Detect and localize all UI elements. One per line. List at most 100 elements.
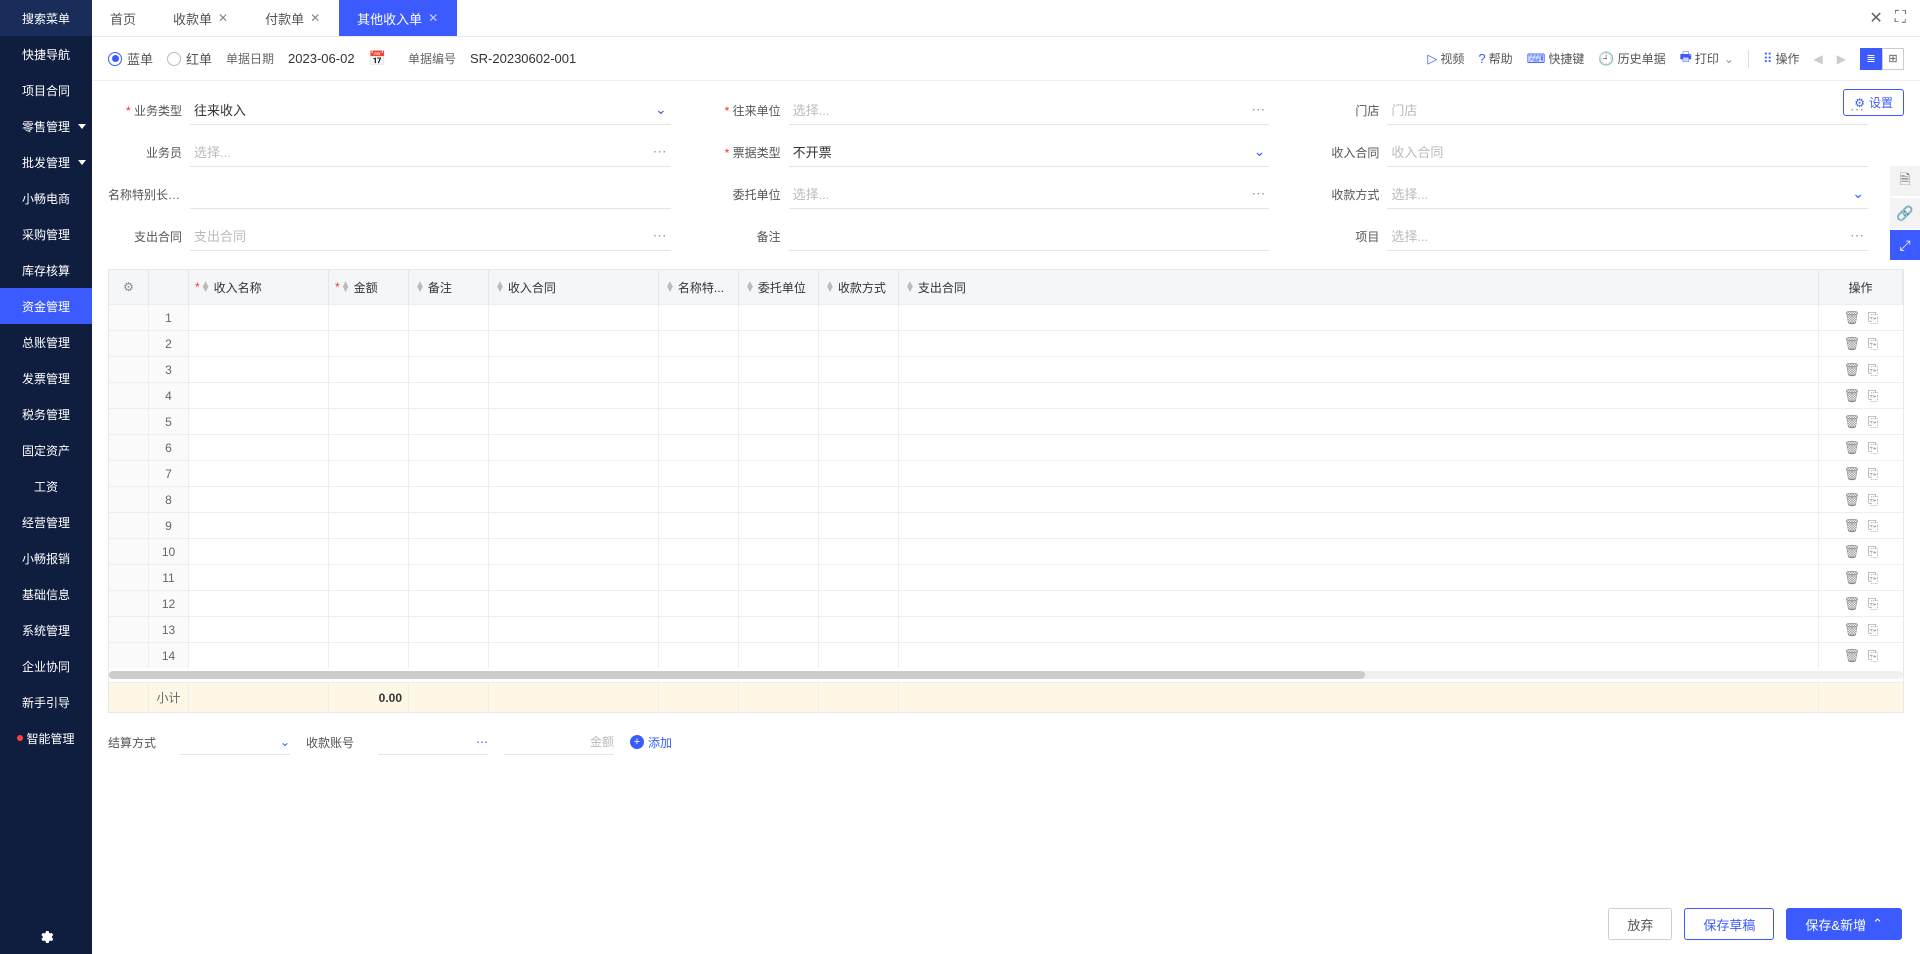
sidebar-item-9[interactable]: 总账管理: [0, 324, 92, 360]
discard-button[interactable]: 放弃: [1608, 908, 1672, 940]
tab-1[interactable]: 收款单✕: [155, 0, 247, 36]
sidebar-item-15[interactable]: 小畅报销: [0, 540, 92, 576]
delete-row-icon[interactable]: 🗑: [1844, 362, 1861, 378]
shop-select[interactable]: 门店⋯: [1387, 95, 1868, 125]
sidebar-item-3[interactable]: 零售管理: [0, 108, 92, 144]
sidebar-item-5[interactable]: 小畅电商: [0, 180, 92, 216]
copy-row-icon[interactable]: ⎘: [1868, 414, 1878, 430]
delete-row-icon[interactable]: 🗑: [1844, 466, 1861, 482]
table-row[interactable]: 1🗑⎘: [109, 304, 1903, 330]
tab-3[interactable]: 其他收入单✕: [339, 0, 457, 36]
table-gear-header[interactable]: ⚙: [109, 270, 149, 304]
table-row[interactable]: 9🗑⎘: [109, 512, 1903, 538]
shortcut-action[interactable]: ⌨快捷键: [1527, 50, 1585, 67]
table-row[interactable]: 8🗑⎘: [109, 486, 1903, 512]
sidebar-item-4[interactable]: 批发管理: [0, 144, 92, 180]
delete-row-icon[interactable]: 🗑: [1844, 414, 1861, 430]
table-row[interactable]: 11🗑⎘: [109, 564, 1903, 590]
display-card-toggle[interactable]: ⊞: [1882, 48, 1904, 70]
tab-2[interactable]: 付款单✕: [247, 0, 339, 36]
fullscreen-icon[interactable]: ⛶: [1895, 9, 1906, 27]
sidebar-item-19[interactable]: 新手引导: [0, 684, 92, 720]
col-expense-contract[interactable]: ▲▼支出合同: [899, 270, 1819, 304]
delete-row-icon[interactable]: 🗑: [1844, 388, 1861, 404]
sidebar-item-14[interactable]: 经营管理: [0, 504, 92, 540]
table-row[interactable]: 6🗑⎘: [109, 434, 1903, 460]
sidebar-item-17[interactable]: 系统管理: [0, 612, 92, 648]
bill-date-value[interactable]: 2023-06-02: [288, 51, 355, 66]
sidebar-settings-icon[interactable]: [0, 920, 92, 954]
table-row[interactable]: 5🗑⎘: [109, 408, 1903, 434]
copy-row-icon[interactable]: ⎘: [1868, 466, 1878, 482]
save-and-new-button[interactable]: 保存&新增⌃: [1786, 908, 1902, 940]
sidebar-item-0[interactable]: 搜索菜单: [0, 0, 92, 36]
sidebar-item-6[interactable]: 采购管理: [0, 216, 92, 252]
prev-doc-icon[interactable]: ◀: [1814, 52, 1823, 66]
sidebar-item-8[interactable]: 资金管理: [0, 288, 92, 324]
copy-row-icon[interactable]: ⎘: [1868, 518, 1878, 534]
sidebar-item-7[interactable]: 库存核算: [0, 252, 92, 288]
tab-close-icon[interactable]: ✕: [428, 11, 438, 25]
expense-contract-select[interactable]: 支出合同⋯: [190, 221, 671, 251]
delete-row-icon[interactable]: 🗑: [1844, 336, 1861, 352]
settle-amount-input[interactable]: 金额: [504, 729, 614, 755]
biz-type-select[interactable]: 往来收入⌄: [190, 95, 671, 125]
copy-row-icon[interactable]: ⎘: [1868, 492, 1878, 508]
col-entrust-unit[interactable]: ▲▼委托单位: [739, 270, 819, 304]
table-row[interactable]: 7🗑⎘: [109, 460, 1903, 486]
table-row[interactable]: 4🗑⎘: [109, 382, 1903, 408]
table-row[interactable]: 14🗑⎘: [109, 642, 1903, 668]
table-row[interactable]: 2🗑⎘: [109, 330, 1903, 356]
sidebar-item-13[interactable]: 工资: [0, 468, 92, 504]
sidebar-item-10[interactable]: 发票管理: [0, 360, 92, 396]
add-settlement-button[interactable]: +添加: [630, 734, 672, 751]
horizontal-scrollbar[interactable]: [109, 671, 1903, 679]
delete-row-icon[interactable]: 🗑: [1844, 622, 1861, 638]
copy-row-icon[interactable]: ⎘: [1868, 388, 1878, 404]
entrust-select[interactable]: 选择...⋯: [789, 179, 1270, 209]
tab-close-icon[interactable]: ✕: [218, 11, 228, 25]
partner-select[interactable]: 选择...⋯: [789, 95, 1270, 125]
name-special-input[interactable]: [190, 179, 671, 209]
col-income-contract[interactable]: ▲▼收入合同: [489, 270, 659, 304]
copy-row-icon[interactable]: ⎘: [1868, 570, 1878, 586]
sidebar-item-20[interactable]: 智能管理: [0, 720, 92, 756]
copy-row-icon[interactable]: ⎘: [1868, 440, 1878, 456]
table-row[interactable]: 12🗑⎘: [109, 590, 1903, 616]
sidebar-item-12[interactable]: 固定资产: [0, 432, 92, 468]
print-action[interactable]: 🖶打印⌄: [1680, 48, 1734, 70]
delete-row-icon[interactable]: 🗑: [1844, 570, 1861, 586]
calendar-icon[interactable]: 📅: [369, 50, 386, 67]
delete-row-icon[interactable]: 🗑: [1844, 492, 1861, 508]
save-draft-button[interactable]: 保存草稿: [1684, 908, 1774, 940]
project-select[interactable]: 选择...⋯: [1387, 221, 1868, 251]
salesman-select[interactable]: 选择...⋯: [190, 137, 671, 167]
col-income-name[interactable]: ▲▼收入名称: [189, 270, 329, 304]
col-collect-method[interactable]: ▲▼收款方式: [819, 270, 899, 304]
sidebar-item-18[interactable]: 企业协同: [0, 648, 92, 684]
delete-row-icon[interactable]: 🗑: [1844, 596, 1861, 612]
video-action[interactable]: ▷视频: [1427, 50, 1464, 67]
col-amount[interactable]: ▲▼金额: [329, 270, 409, 304]
table-row[interactable]: 3🗑⎘: [109, 356, 1903, 382]
income-contract-select[interactable]: 收入合同: [1387, 137, 1868, 167]
sidebar-item-11[interactable]: 税务管理: [0, 396, 92, 432]
remark-input[interactable]: [789, 221, 1270, 251]
copy-row-icon[interactable]: ⎘: [1868, 310, 1878, 326]
close-icon[interactable]: ✕: [1869, 8, 1882, 28]
copy-row-icon[interactable]: ⎘: [1868, 622, 1878, 638]
display-list-toggle[interactable]: ≣: [1860, 48, 1882, 70]
float-expand-icon[interactable]: ⤢: [1890, 230, 1920, 260]
help-action[interactable]: ?帮助: [1478, 50, 1512, 67]
copy-row-icon[interactable]: ⎘: [1868, 336, 1878, 352]
copy-row-icon[interactable]: ⎘: [1868, 544, 1878, 560]
copy-row-icon[interactable]: ⎘: [1868, 596, 1878, 612]
settle-account-select[interactable]: ⋯: [378, 729, 488, 755]
next-doc-icon[interactable]: ▶: [1837, 52, 1846, 66]
delete-row-icon[interactable]: 🗑: [1844, 440, 1861, 456]
copy-row-icon[interactable]: ⎘: [1868, 648, 1878, 664]
float-link-icon[interactable]: 🔗: [1890, 198, 1920, 228]
delete-row-icon[interactable]: 🗑: [1844, 544, 1861, 560]
copy-row-icon[interactable]: ⎘: [1868, 362, 1878, 378]
operate-action[interactable]: ⠿操作: [1763, 50, 1800, 67]
